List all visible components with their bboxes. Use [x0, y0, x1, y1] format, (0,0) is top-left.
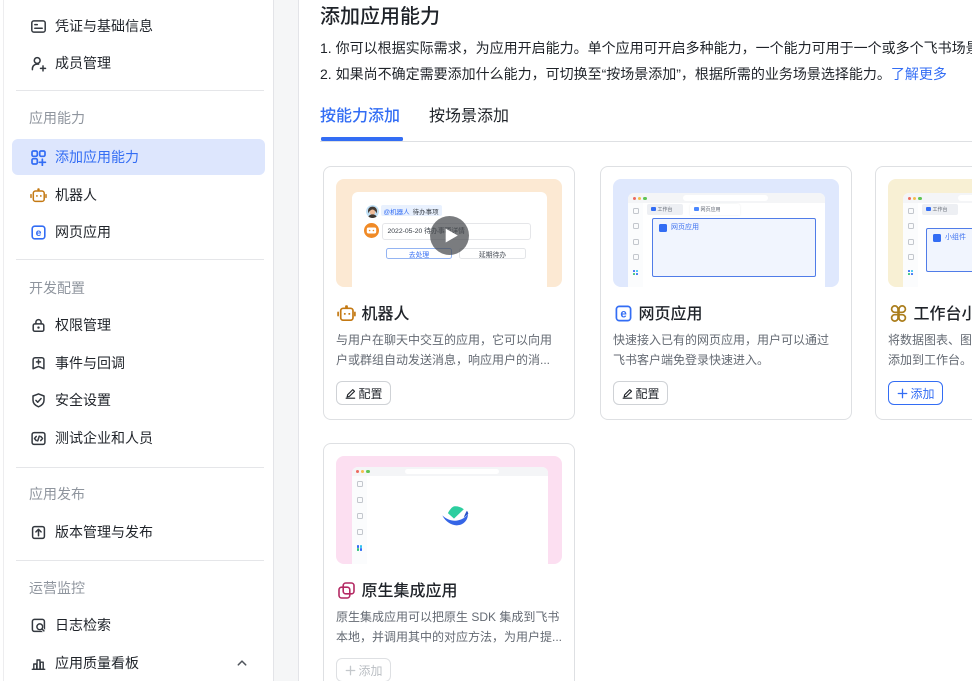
svg-text:e: e [620, 308, 626, 320]
svg-text:e: e [36, 227, 42, 239]
